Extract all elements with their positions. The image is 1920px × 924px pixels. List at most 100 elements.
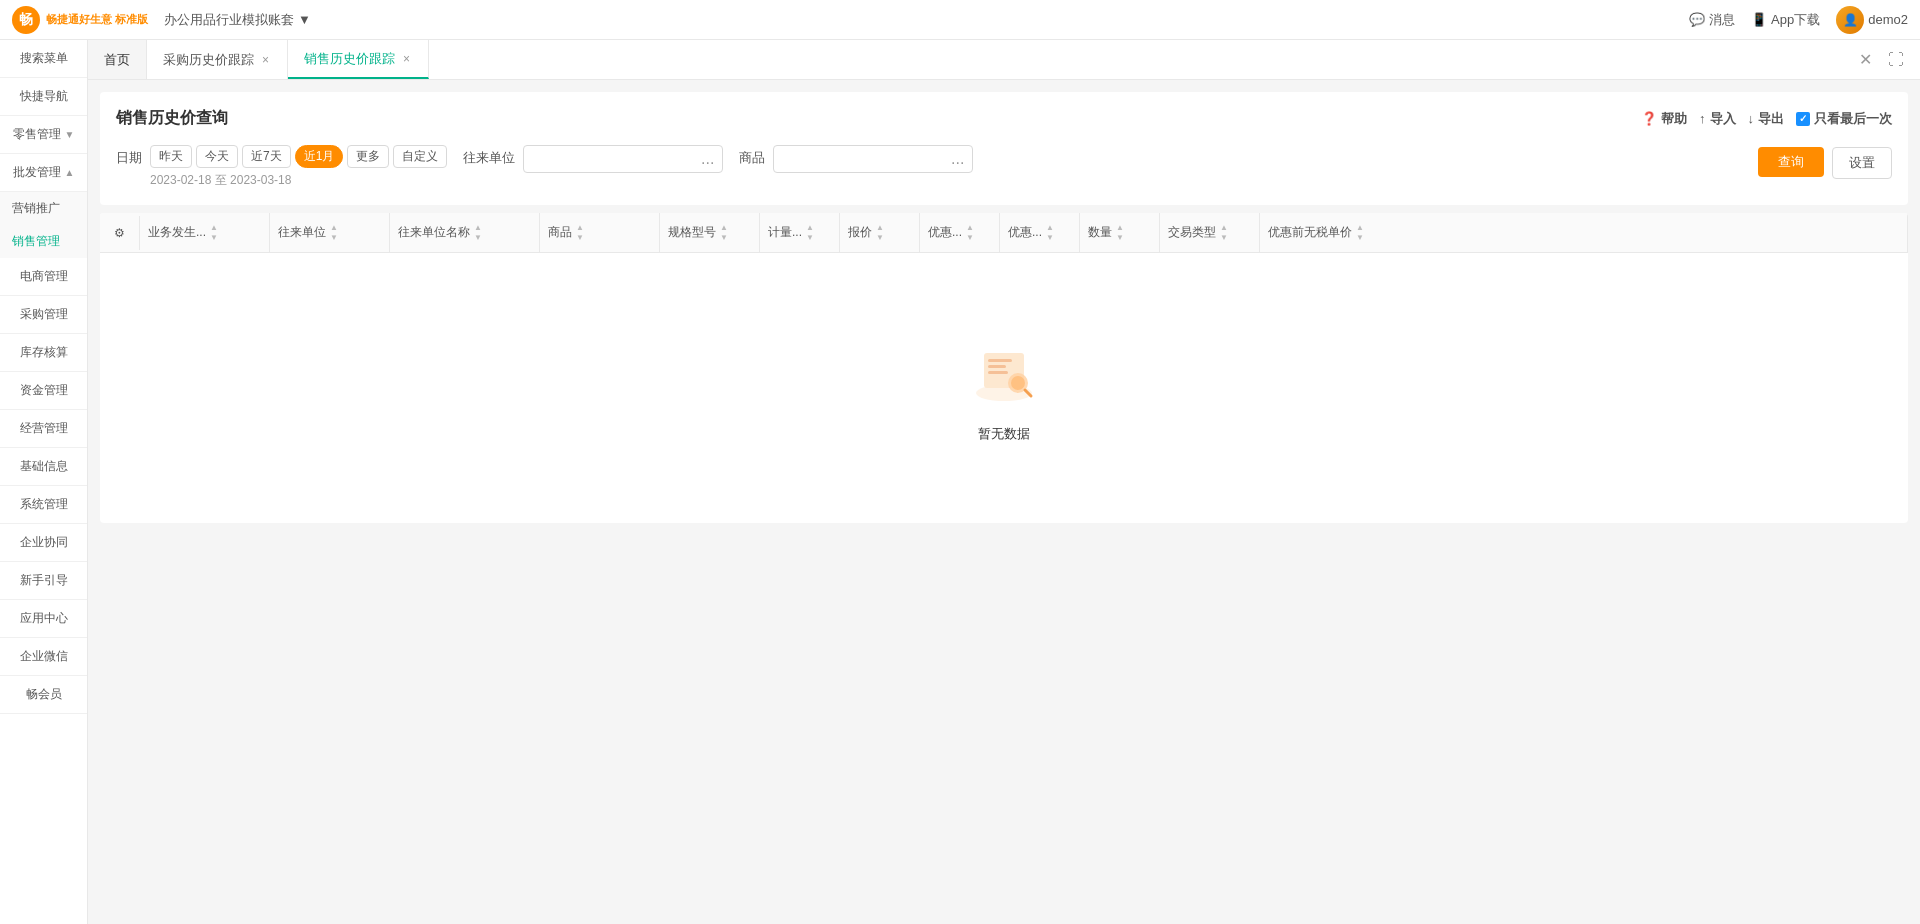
query-button[interactable]: 查询: [1758, 147, 1824, 177]
import-icon: ↑: [1699, 111, 1706, 126]
sidebar-item-quick-nav[interactable]: 快捷导航: [0, 78, 87, 116]
th-unit-code[interactable]: 往来单位 ▲▼: [270, 213, 390, 252]
th-price-label: 报价: [848, 224, 872, 241]
message-icon: 💬: [1689, 12, 1705, 27]
date-btn-yesterday[interactable]: 昨天: [150, 145, 192, 168]
app-download-button[interactable]: 📱 App下载: [1751, 11, 1820, 29]
sidebar-item-purchase-label: 采购管理: [20, 306, 68, 323]
th-spec[interactable]: 规格型号 ▲▼: [660, 213, 760, 252]
sort-arrows-spec: ▲▼: [720, 223, 728, 242]
sidebar-item-purchase[interactable]: 采购管理: [0, 296, 87, 334]
tab-sales-close[interactable]: ×: [401, 50, 412, 68]
th-discount2[interactable]: 优惠... ▲▼: [1000, 213, 1080, 252]
sidebar-item-retail[interactable]: 零售管理 ▼: [0, 116, 87, 154]
settings-button[interactable]: 设置: [1832, 147, 1892, 179]
user-profile[interactable]: 👤 demo2: [1836, 6, 1908, 34]
sidebar-item-finance[interactable]: 资金管理: [0, 372, 87, 410]
sidebar-item-finance-label: 资金管理: [20, 382, 68, 399]
unit-filter-group: 往来单位 ...: [463, 145, 723, 173]
logo-area: 畅 畅捷通好生意 标准版: [12, 6, 148, 34]
message-button[interactable]: 💬 消息: [1689, 11, 1735, 29]
th-pretax-price-label: 优惠前无税单价: [1268, 224, 1352, 241]
sidebar-item-apps[interactable]: 应用中心: [0, 600, 87, 638]
tab-purchase-label: 采购历史价跟踪: [163, 51, 254, 69]
sort-arrows-unit-name: ▲▼: [474, 223, 482, 242]
chevron-down-icon: ▼: [298, 12, 311, 27]
date-btn-today[interactable]: 今天: [196, 145, 238, 168]
th-unit-name[interactable]: 往来单位名称 ▲▼: [390, 213, 540, 252]
th-measure[interactable]: 计量... ▲▼: [760, 213, 840, 252]
date-btn-1month[interactable]: 近1月: [295, 145, 344, 168]
download-icon: 📱: [1751, 12, 1767, 27]
th-price[interactable]: 报价 ▲▼: [840, 213, 920, 252]
app-name: 办公用品行业模拟账套: [164, 11, 294, 29]
sidebar-item-vip[interactable]: 畅会员: [0, 676, 87, 714]
date-btn-more[interactable]: 更多: [347, 145, 389, 168]
sidebar-item-system[interactable]: 系统管理: [0, 486, 87, 524]
th-pretax-price[interactable]: 优惠前无税单价 ▲▼: [1260, 213, 1908, 252]
tab-sales-label: 销售历史价跟踪: [304, 50, 395, 68]
sidebar-item-ecommerce[interactable]: 电商管理: [0, 258, 87, 296]
th-discount1[interactable]: 优惠... ▲▼: [920, 213, 1000, 252]
tab-expand-icon[interactable]: ⛶: [1884, 47, 1908, 73]
date-buttons: 昨天 今天 近7天 近1月 更多 自定义: [150, 145, 447, 168]
svg-rect-2: [988, 359, 1012, 362]
tab-close-all-icon[interactable]: ✕: [1855, 46, 1876, 73]
help-button[interactable]: ❓ 帮助: [1641, 110, 1687, 128]
sort-arrows-trade: ▲▼: [1220, 223, 1228, 242]
sidebar-item-wholesale-label: 批发管理: [13, 164, 61, 181]
th-settings[interactable]: ⚙: [100, 216, 140, 250]
top-bar-left: 畅 畅捷通好生意 标准版 办公用品行业模拟账套 ▼: [12, 6, 319, 34]
tab-bar-actions: ✕ ⛶: [1843, 40, 1920, 79]
avatar-icon: 👤: [1843, 13, 1858, 27]
import-label: 导入: [1710, 110, 1736, 128]
tab-purchase-close[interactable]: ×: [260, 51, 271, 69]
only-last-checkbox[interactable]: 只看最后一次: [1796, 110, 1892, 128]
th-product[interactable]: 商品 ▲▼: [540, 213, 660, 252]
empty-text: 暂无数据: [978, 425, 1030, 443]
tab-purchase[interactable]: 采购历史价跟踪 ×: [147, 40, 288, 79]
sidebar-item-operations-label: 经营管理: [20, 420, 68, 437]
export-icon: ↓: [1748, 111, 1755, 126]
sort-arrows-pretax: ▲▼: [1356, 223, 1364, 242]
product-filter-input[interactable]: ...: [773, 145, 973, 173]
th-trade-type[interactable]: 交易类型 ▲▼: [1160, 213, 1260, 252]
sidebar-item-wholesale[interactable]: 批发管理 ▲: [0, 154, 87, 192]
sidebar-item-vip-label: 畅会员: [26, 686, 62, 703]
user-name: demo2: [1868, 12, 1908, 27]
tab-home[interactable]: 首页: [88, 40, 147, 79]
sidebar-item-quick-nav-label: 快捷导航: [20, 88, 68, 105]
sidebar: 搜索菜单 快捷导航 零售管理 ▼ 批发管理 ▲ 营销推广 销售管理 电商管理 采…: [0, 40, 88, 924]
date-btn-7days[interactable]: 近7天: [242, 145, 291, 168]
sort-arrows-price: ▲▼: [876, 223, 884, 242]
sidebar-item-apps-label: 应用中心: [20, 610, 68, 627]
filter-actions: 查询 设置: [1758, 145, 1892, 179]
sidebar-item-operations[interactable]: 经营管理: [0, 410, 87, 448]
sidebar-item-inventory[interactable]: 库存核算: [0, 334, 87, 372]
th-unit-code-label: 往来单位: [278, 224, 326, 241]
th-business-date[interactable]: 业务发生... ▲▼: [140, 213, 270, 252]
sidebar-subitem-marketing[interactable]: 营销推广: [0, 192, 87, 225]
unit-filter-input[interactable]: ...: [523, 145, 723, 173]
sort-arrows-measure: ▲▼: [806, 223, 814, 242]
chevron-down-icon: ▼: [65, 129, 75, 140]
sidebar-item-guide[interactable]: 新手引导: [0, 562, 87, 600]
help-label: 帮助: [1661, 110, 1687, 128]
top-bar-right: 💬 消息 📱 App下载 👤 demo2: [1689, 6, 1908, 34]
tab-sales[interactable]: 销售历史价跟踪 ×: [288, 40, 429, 79]
avatar: 👤: [1836, 6, 1864, 34]
date-btn-custom[interactable]: 自定义: [393, 145, 447, 168]
sidebar-item-cooperation[interactable]: 企业协同: [0, 524, 87, 562]
app-download-label: App下载: [1771, 11, 1820, 29]
import-button[interactable]: ↑ 导入: [1699, 110, 1736, 128]
sidebar-item-wechat[interactable]: 企业微信: [0, 638, 87, 676]
unit-filter-label: 往来单位: [463, 145, 515, 167]
th-qty[interactable]: 数量 ▲▼: [1080, 213, 1160, 252]
sidebar-item-basic-info[interactable]: 基础信息: [0, 448, 87, 486]
empty-data-icon: [964, 333, 1044, 413]
sidebar-subitem-sales-mgmt[interactable]: 销售管理: [0, 225, 87, 258]
app-selector[interactable]: 办公用品行业模拟账套 ▼: [156, 7, 319, 33]
sidebar-item-search[interactable]: 搜索菜单: [0, 40, 87, 78]
checkbox-checked-icon: [1796, 112, 1810, 126]
export-button[interactable]: ↓ 导出: [1748, 110, 1785, 128]
